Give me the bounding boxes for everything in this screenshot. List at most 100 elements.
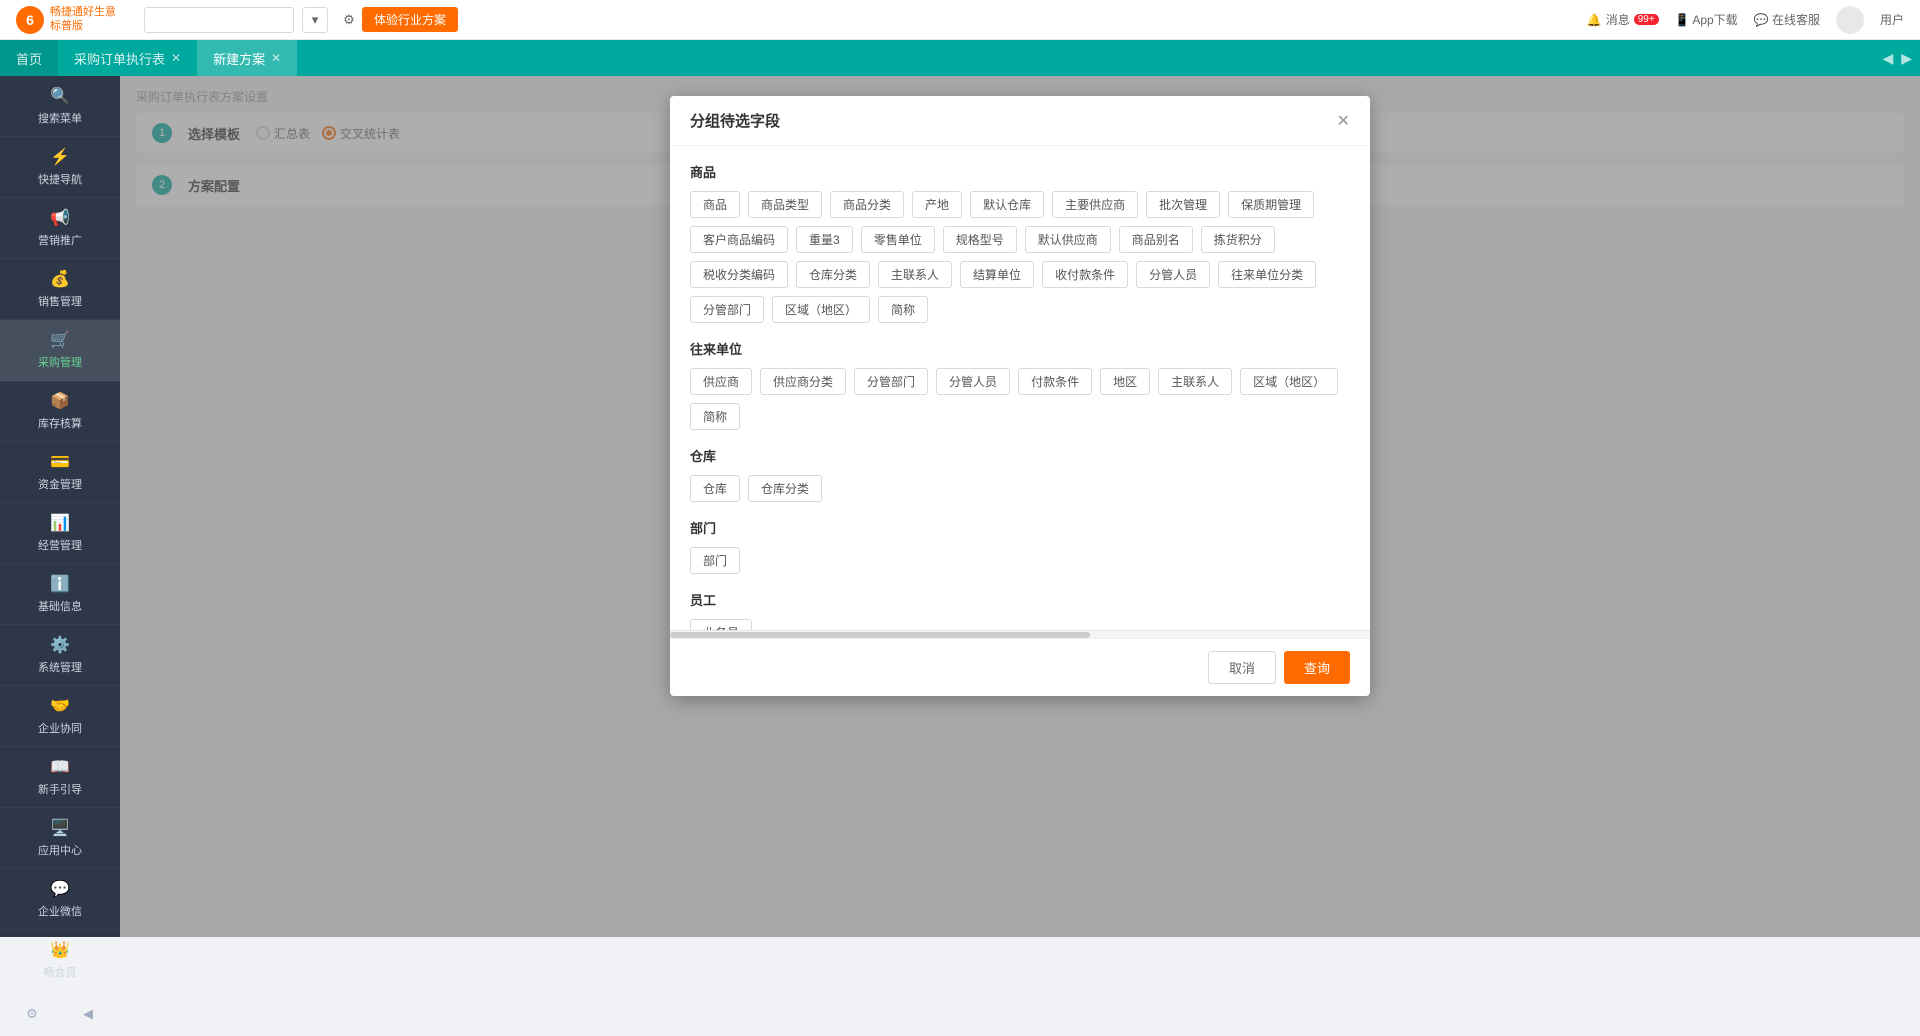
field-tag-1-4[interactable]: 付款条件 [1018, 368, 1092, 395]
field-tag-0-17[interactable]: 主联系人 [878, 261, 952, 288]
sidebar-settings-btn[interactable]: ⚙ [8, 1000, 56, 1028]
field-tag-0-11[interactable]: 规格型号 [943, 226, 1017, 253]
field-tag-0-13[interactable]: 商品别名 [1119, 226, 1193, 253]
sidebar-item-5[interactable]: 📦库存核算 [0, 381, 120, 442]
modal-horizontal-scrollbar[interactable] [670, 630, 1370, 638]
field-tag-1-0[interactable]: 供应商 [690, 368, 752, 395]
field-tag-0-12[interactable]: 默认供应商 [1025, 226, 1111, 253]
field-tag-2-1[interactable]: 仓库分类 [748, 475, 822, 502]
tab-close-new-plan[interactable]: ✕ [271, 51, 281, 65]
field-tag-1-7[interactable]: 区域（地区） [1240, 368, 1338, 395]
sidebar-label-10: 企业协同 [38, 720, 82, 736]
sidebar-icon-5: 📦 [50, 391, 70, 411]
field-tag-0-7[interactable]: 保质期管理 [1228, 191, 1314, 218]
sidebar-label-1: 快捷导航 [38, 171, 82, 187]
sidebar-item-14[interactable]: 👑畅会员 [0, 930, 120, 991]
field-tag-1-2[interactable]: 分管部门 [854, 368, 928, 395]
field-tag-1-8[interactable]: 简称 [690, 403, 740, 430]
field-tag-0-0[interactable]: 商品 [690, 191, 740, 218]
field-tag-0-10[interactable]: 零售单位 [861, 226, 935, 253]
sidebar-item-13[interactable]: 💬企业微信 [0, 869, 120, 930]
field-tag-0-21[interactable]: 往来单位分类 [1218, 261, 1316, 288]
sidebar-item-1[interactable]: ⚡快捷导航 [0, 137, 120, 198]
notification-count: 99+ [1634, 14, 1659, 25]
sidebar-item-10[interactable]: 🤝 企业协同 [0, 686, 120, 747]
sidebar-icon-10: 🤝 [50, 696, 70, 716]
search-input[interactable] [144, 7, 294, 33]
modal-title: 分组待选字段 [690, 110, 780, 131]
tab-purchase-order[interactable]: 采购订单执行表 ✕ [58, 40, 197, 76]
field-select-modal: 分组待选字段 ✕ 商品商品商品类型商品分类产地默认仓库主要供应商批次管理保质期管… [670, 96, 1370, 696]
field-tag-0-24[interactable]: 简称 [878, 296, 928, 323]
sidebar-item-4[interactable]: 🛒采购管理 [0, 320, 120, 381]
sidebar-icon-6: 💳 [50, 452, 70, 472]
field-tag-0-16[interactable]: 仓库分类 [796, 261, 870, 288]
field-tag-0-6[interactable]: 批次管理 [1146, 191, 1220, 218]
experience-button[interactable]: 体验行业方案 [362, 7, 458, 32]
field-tag-3-0[interactable]: 部门 [690, 547, 740, 574]
field-tag-0-18[interactable]: 结算单位 [960, 261, 1034, 288]
sidebar-label-8: 基础信息 [38, 598, 82, 614]
tab-left-scroll[interactable]: ◀ [1882, 50, 1893, 67]
field-tags-1: 供应商供应商分类分管部门分管人员付款条件地区主联系人区域（地区） 简称 [690, 368, 1350, 430]
field-tag-0-5[interactable]: 主要供应商 [1052, 191, 1138, 218]
field-tag-4-0[interactable]: 业务员 [690, 619, 752, 630]
field-tag-1-3[interactable]: 分管人员 [936, 368, 1010, 395]
section-title-2: 仓库 [690, 446, 1350, 465]
app-download-link[interactable]: 📱 App下载 [1675, 11, 1738, 28]
sidebar-items: 🔍搜索菜单⚡快捷导航📢营销推广💰销售管理🛒采购管理📦库存核算💳资金管理📊经营管理… [0, 76, 120, 991]
notification-area[interactable]: 🔔 消息 99+ [1587, 11, 1659, 28]
logo-text: 畅捷通好生意 标普版 [50, 6, 116, 32]
sidebar-icon-4: 🛒 [50, 330, 70, 350]
sidebar-item-8[interactable]: ℹ️基础信息 [0, 564, 120, 625]
sidebar-item-7[interactable]: 📊经营管理 [0, 503, 120, 564]
field-tag-0-8[interactable]: 客户商品编码 [690, 226, 788, 253]
field-tag-0-20[interactable]: 分管人员 [1136, 261, 1210, 288]
field-tag-1-5[interactable]: 地区 [1100, 368, 1150, 395]
sidebar-item-6[interactable]: 💳资金管理 [0, 442, 120, 503]
sidebar-item-2[interactable]: 📢营销推广 [0, 198, 120, 259]
cancel-button[interactable]: 取消 [1208, 651, 1276, 684]
sidebar-item-11[interactable]: 📖新手引导 [0, 747, 120, 808]
tab-right-scroll[interactable]: ▶ [1901, 50, 1912, 67]
section-title-0: 商品 [690, 162, 1350, 181]
field-tag-0-23[interactable]: 区域（地区） [772, 296, 870, 323]
field-section-部门: 部门部门 [690, 518, 1350, 574]
tab-close-purchase[interactable]: ✕ [171, 51, 181, 65]
user-avatar[interactable] [1836, 6, 1864, 34]
tab-home[interactable]: 首页 [0, 40, 58, 76]
field-tag-0-9[interactable]: 重量3 [796, 226, 853, 253]
field-tag-1-6[interactable]: 主联系人 [1158, 368, 1232, 395]
field-tag-0-14[interactable]: 拣货积分 [1201, 226, 1275, 253]
field-tag-0-1[interactable]: 商品类型 [748, 191, 822, 218]
sidebar-icon-7: 📊 [50, 513, 70, 533]
sidebar-icon-2: 📢 [50, 208, 70, 228]
modal-hscroll-thumb[interactable] [670, 632, 1090, 638]
field-tag-0-15[interactable]: 税收分类编码 [690, 261, 788, 288]
field-tag-0-22[interactable]: 分管部门 [690, 296, 764, 323]
settings-icon[interactable]: ⚙ [336, 7, 362, 33]
online-service-link[interactable]: 💬 在线客服 [1754, 11, 1820, 28]
modal-header: 分组待选字段 ✕ [670, 96, 1370, 146]
modal-body[interactable]: 商品商品商品类型商品分类产地默认仓库主要供应商批次管理保质期管理客户商品编码重量… [670, 146, 1370, 630]
field-tag-0-3[interactable]: 产地 [912, 191, 962, 218]
field-tag-0-2[interactable]: 商品分类 [830, 191, 904, 218]
sidebar-collapse-btn[interactable]: ◀ [64, 1000, 112, 1028]
header-search: ▾ ⚙ [144, 7, 362, 33]
field-tag-0-19[interactable]: 收付款条件 [1042, 261, 1128, 288]
user-name[interactable]: 用户 [1880, 11, 1904, 28]
dropdown-btn[interactable]: ▾ [302, 7, 328, 33]
modal-close-btn[interactable]: ✕ [1337, 111, 1350, 131]
modal-sections: 商品商品商品类型商品分类产地默认仓库主要供应商批次管理保质期管理客户商品编码重量… [690, 162, 1350, 630]
field-tag-2-0[interactable]: 仓库 [690, 475, 740, 502]
field-tag-0-4[interactable]: 默认仓库 [970, 191, 1044, 218]
confirm-button[interactable]: 查询 [1284, 651, 1350, 684]
field-tag-1-1[interactable]: 供应商分类 [760, 368, 846, 395]
sidebar-item-12[interactable]: 🖥️应用中心 [0, 808, 120, 869]
sidebar-item-3[interactable]: 💰销售管理 [0, 259, 120, 320]
sidebar-item-9[interactable]: ⚙️系统管理 [0, 625, 120, 686]
tab-new-plan[interactable]: 新建方案 ✕ [197, 40, 297, 76]
sidebar-icon-12: 🖥️ [50, 818, 70, 838]
sidebar-icon-11: 📖 [50, 757, 70, 777]
sidebar-item-0[interactable]: 🔍搜索菜单 [0, 76, 120, 137]
